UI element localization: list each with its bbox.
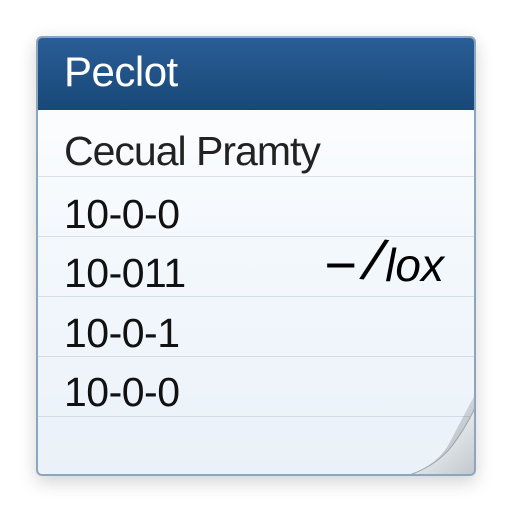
app-title: Peclot [64,48,178,96]
rows-list: 10-0-0 10-011 10-0-1 10-0-0 [64,189,448,418]
annotation: − / lox [324,238,444,292]
rule-line [38,176,474,177]
annotation-text: lox [385,238,444,292]
notepad-card: Peclot Cecual Pramty 10-0-0 10-011 10-0-… [36,36,476,476]
content-heading: Cecual Pramty [64,128,448,175]
rule-line [38,416,474,417]
rule-line [38,296,474,297]
annotation-slash: / [361,242,386,279]
rule-line [38,356,474,357]
list-item: 10-0-0 [64,189,448,240]
annotation-dash: − [324,248,361,282]
list-item: 10-0-0 [64,367,448,418]
list-item: 10-0-1 [64,308,448,359]
titlebar: Peclot [38,38,474,110]
rule-line [38,236,474,237]
